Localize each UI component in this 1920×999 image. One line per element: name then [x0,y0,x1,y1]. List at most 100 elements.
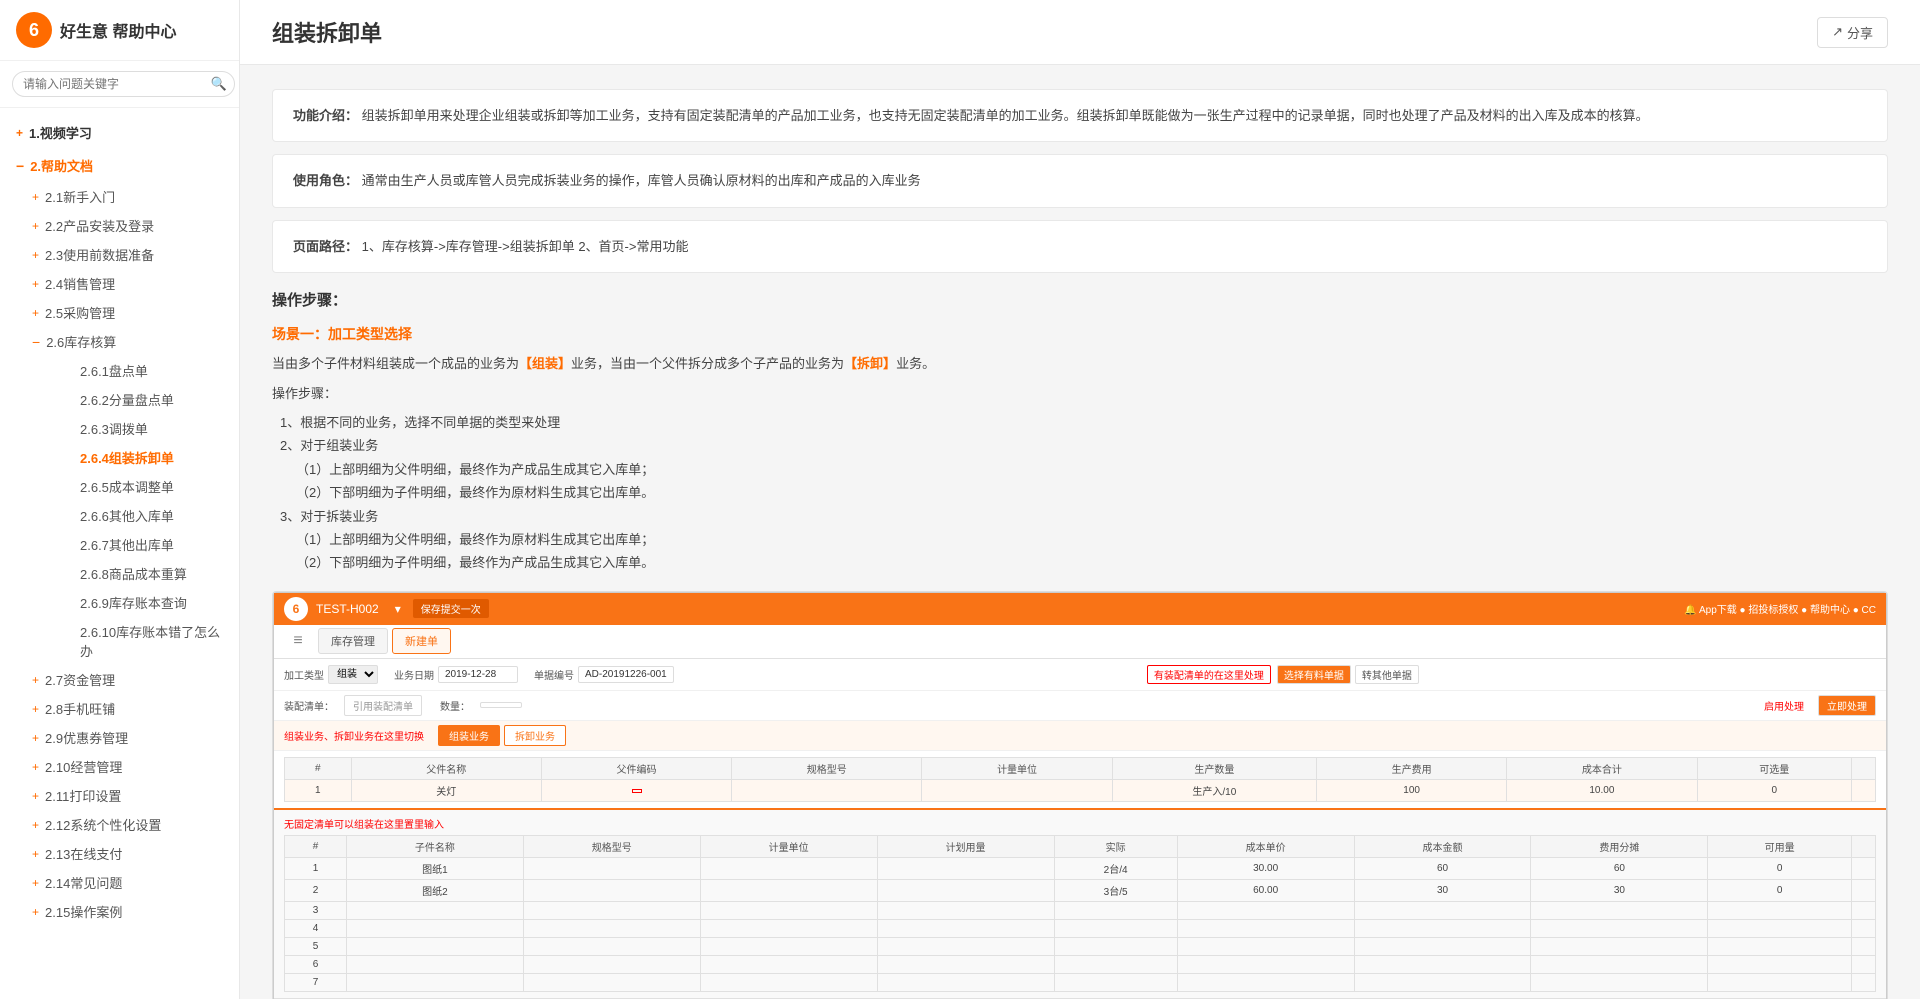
sidebar-item-settings[interactable]: + 2.12系统个性化设置 [32,810,239,839]
erp-parent-code-input[interactable] [632,789,642,793]
sidebar-item-label: 1.视频学习 [29,123,92,142]
erp-col-ops [1852,757,1876,779]
erp-bom-label: 装配清单： [284,698,334,713]
sidebar-item-data-prep[interactable]: + 2.3使用前数据准备 [32,240,239,269]
erp-col-avail-qty: 可选量 [1697,757,1851,779]
table-row: 7 [285,973,1876,991]
erp-biztype-select[interactable]: 组装 拆卸 [328,665,378,684]
sidebar-item-inventory[interactable]: − 2.6库存核算 [32,327,239,356]
erp-toggle-group: 组装业务 拆卸业务 [438,725,566,746]
erp-col-parent-name: 父件名称 [351,757,541,779]
erp-col-unit: 计量单位 [922,757,1112,779]
logo-text: 好生意 帮助中心 [60,18,176,42]
erp-code-val[interactable]: AD-20191226-001 [578,666,674,683]
erp-annotation-area: 有装配清单的在这里处理 选择有料单据 转其他单据 [690,665,1876,684]
step2: 2、对于组装业务 [280,434,1888,457]
sidebar-item-video[interactable]: + 1.视频学习 [0,116,239,149]
erp-form-area: 加工类型 组装 拆卸 业务日期 2019-12-28 [274,659,1886,751]
sidebar-item-mobile[interactable]: + 2.8手机旺铺 [32,694,239,723]
table-row: 4 [285,919,1876,937]
step3-sub1: （1）上部明细为父件明细，最终作为原材料生成其它出库单； [296,528,1888,551]
erp-date-label: 业务日期 [394,667,434,682]
sidebar-item-ledger-error[interactable]: 2.6.10库存账本错了怎么办 [80,617,239,665]
erp-enable-btn[interactable]: 立即处理 [1818,695,1876,716]
erp-child-table: # 子件名称 规格型号 计量单位 计划用量 实际 成本单价 成本金额 费用分摊 [284,835,1876,992]
erp-form-row: 加工类型 组装 拆卸 业务日期 2019-12-28 [274,659,1886,691]
path-block: 页面路径： 1、库存核算->库存管理->组装拆卸单 2、首页->常用功能 [272,220,1888,273]
table-row: 3 [285,901,1876,919]
erp-screenshot: 6 TEST-H002 ▾ 保存提交一次 🔔 App下载 ● 招投标授权 ● 帮… [272,591,1888,999]
docs-sub: + 2.1新手入门 + 2.2产品安装及登录 + 2.3使用前数据准备 + 2.… [0,182,239,926]
role-text: 通常由生产人员或库管人员完成拆装业务的操作，库管人员确认原材料的出库和产成品的入… [362,173,921,188]
share-button[interactable]: ↗ 分享 [1817,17,1888,48]
erp-tabs: ≡ 库存管理 新建单 [274,625,1886,659]
collapse-icon-inventory: − [32,334,40,350]
sidebar-item-cost-adjust[interactable]: 2.6.5成本调整单 [80,472,239,501]
erp-col-prod-qty: 生产数量 [1112,757,1316,779]
table-row: 5 [285,937,1876,955]
search-input[interactable] [12,71,235,97]
erp-child-table-wrap: 无固定清单可以组装在这里置里输入 # 子件名称 规格型号 计量单位 计划用量 实… [274,808,1886,998]
sidebar-item-cases[interactable]: + 2.15操作案例 [32,897,239,926]
sidebar-item-payment[interactable]: + 2.13在线支付 [32,839,239,868]
erp-toggle-assemble[interactable]: 组装业务 [438,725,500,746]
main-header: 组装拆卸单 ↗ 分享 [240,0,1920,65]
sidebar-item-install[interactable]: + 2.2产品安装及登录 [32,211,239,240]
step1: 1、根据不同的业务，选择不同单据的类型来处理 [280,411,1888,434]
step2-sub2: （2）下部明细为子件明细，最终作为原材料生成其它出库单。 [296,481,1888,504]
erp-code-label: 单据编号 [534,667,574,682]
sidebar-item-transfer[interactable]: 2.6.3调拨单 [80,414,239,443]
erp-col-total-cost: 成本合计 [1507,757,1697,779]
erp-col-parent-code: 父件编码 [541,757,731,779]
erp-date-val[interactable]: 2019-12-28 [438,666,518,683]
intro-label: 功能介绍： [293,108,358,123]
step3-sub2: （2）下部明细为子件明细，最终作为产成品生成其它入库单。 [296,551,1888,574]
path-text: 1、库存核算->库存管理->组装拆卸单 2、首页->常用功能 [362,239,689,254]
search-icon[interactable]: 🔍 [211,76,227,92]
role-label: 使用角色： [293,173,358,188]
erp-qty-input[interactable] [480,702,522,708]
sidebar-item-stock-count[interactable]: 2.6.1盘点单 [80,356,239,385]
sidebar-item-newbie[interactable]: + 2.1新手入门 [32,182,239,211]
sidebar-item-other-out[interactable]: 2.6.7其他出库单 [80,530,239,559]
sidebar-item-print[interactable]: + 2.11打印设置 [32,781,239,810]
erp-save-btn[interactable]: 保存提交一次 [413,599,489,618]
erp-col-spec: 规格型号 [732,757,922,779]
erp-topbar-sep: ▾ [395,602,401,616]
sidebar-item-coupons[interactable]: + 2.9优惠券管理 [32,723,239,752]
erp-annotation3: 组装业务、拆卸业务在这里切换 [284,728,424,743]
erp-col-prod-cost: 生产费用 [1317,757,1507,779]
sidebar-item-ledger[interactable]: 2.6.9库存账本查询 [80,588,239,617]
expand-icon: + [16,126,23,140]
erp-type-toggle-row: 组装业务、拆卸业务在这里切换 组装业务 拆卸业务 [274,721,1886,751]
page-title: 组装拆卸单 [272,16,382,48]
erp-topbar-id: TEST-H002 [316,602,379,616]
nav-list: + 1.视频学习 − 2.帮助文档 + 2.1新手入门 + 2.2产品安装及登录… [0,108,239,999]
sidebar-item-other-in[interactable]: 2.6.6其他入库单 [80,501,239,530]
sidebar-item-partial-count[interactable]: 2.6.2分量盘点单 [80,385,239,414]
ops-section: 操作步骤： 场景一：加工类型选择 当由多个子件材料组装成一个成品的业务为【组装】… [272,289,1888,999]
erp-bom-input[interactable]: 引用装配清单 [344,695,422,716]
main-content: 功能介绍： 组装拆卸单用来处理企业组装或拆卸等加工业务，支持有固定装配清单的产品… [240,65,1920,999]
erp-sidebar-toggle[interactable]: ≡ [282,632,314,650]
erp-tab-inventory[interactable]: 库存管理 [318,628,388,654]
sidebar-item-assembly[interactable]: 2.6.4组装拆卸单 [80,443,239,472]
sidebar-item-ops[interactable]: + 2.10经营管理 [32,752,239,781]
sidebar-header: 6 好生意 帮助中心 [0,0,239,61]
erp-bom-row: 装配清单： 引用装配清单 数量： 启用处理 立即处理 [274,691,1886,721]
erp-topbar-tools: 🔔 App下载 ● 招投标授权 ● 帮助中心 ● CC [1684,601,1876,616]
erp-extra-btn[interactable]: 转其他单据 [1355,665,1419,684]
sidebar-item-cost-recalc[interactable]: 2.6.8商品成本重算 [80,559,239,588]
sidebar-item-finance[interactable]: + 2.7资金管理 [32,665,239,694]
sidebar-item-faq[interactable]: + 2.14常见问题 [32,868,239,897]
erp-annotation2-btn[interactable]: 选择有料单据 [1277,665,1351,684]
sidebar-item-purchase[interactable]: + 2.5采购管理 [32,298,239,327]
sidebar-item-docs[interactable]: − 2.帮助文档 [0,149,239,182]
erp-annotation5: 无固定清单可以组装在这里置里输入 [284,816,1876,831]
erp-annotation4: 启用处理 [1764,698,1804,713]
intro-block: 功能介绍： 组装拆卸单用来处理企业组装或拆卸等加工业务，支持有固定装配清单的产品… [272,89,1888,142]
sidebar-item-sales[interactable]: + 2.4销售管理 [32,269,239,298]
erp-tab-new[interactable]: 新建单 [392,628,451,654]
erp-toggle-disassemble[interactable]: 拆卸业务 [504,725,566,746]
share-icon: ↗ [1832,24,1843,40]
